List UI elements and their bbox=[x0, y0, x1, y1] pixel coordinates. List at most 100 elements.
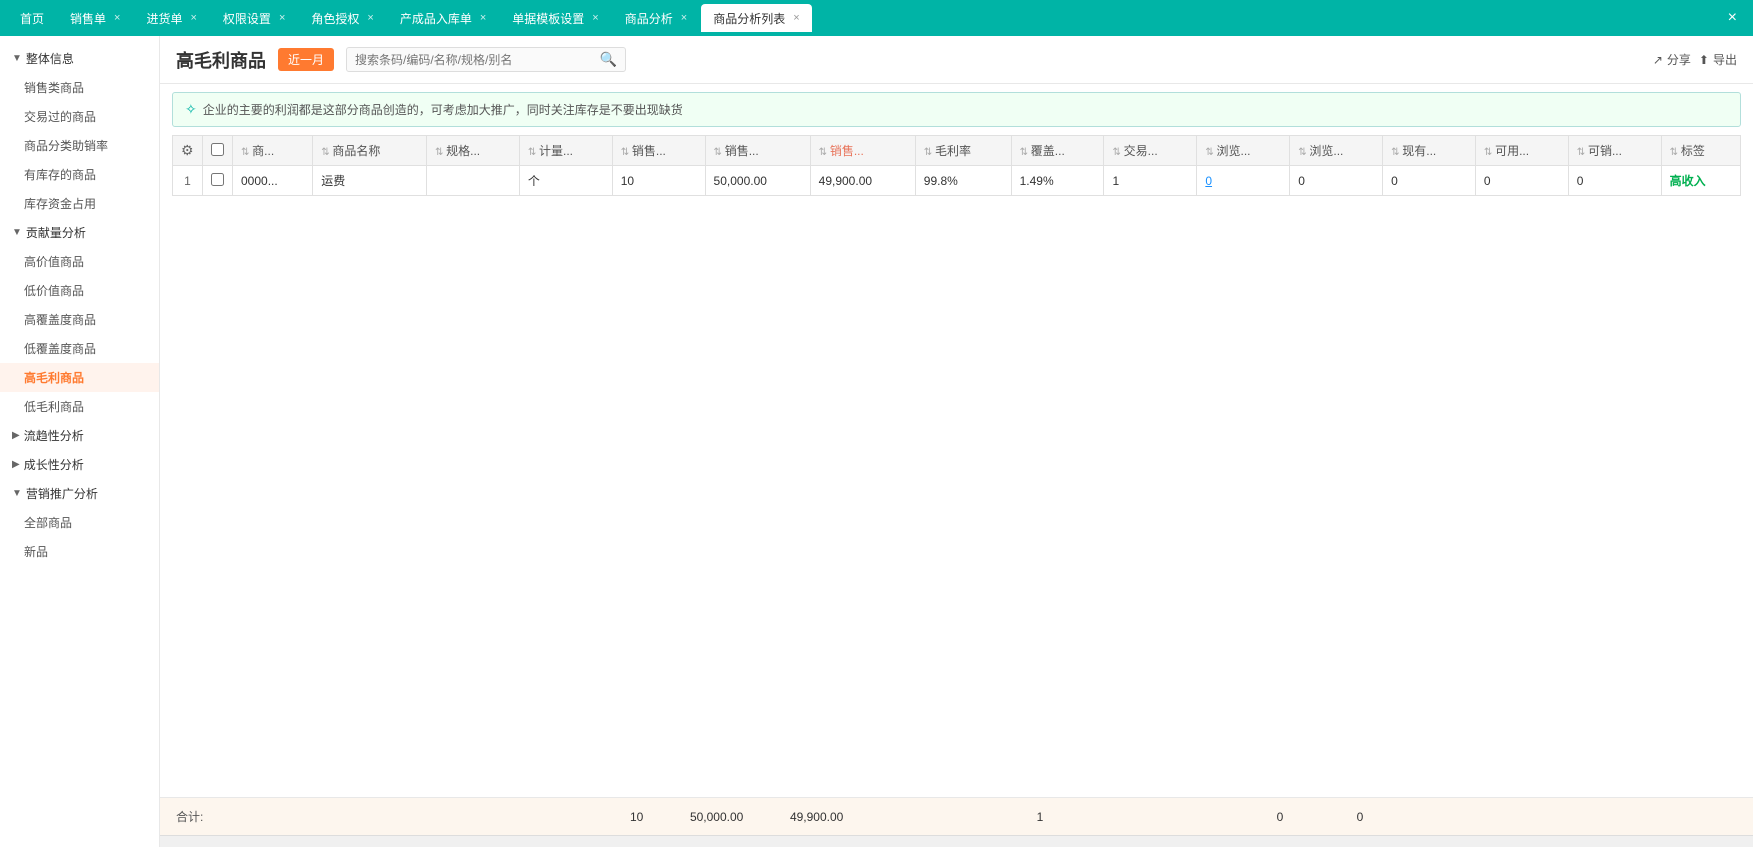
footer-empty5 bbox=[451, 810, 511, 824]
footer-transaction: 1 bbox=[971, 810, 1051, 824]
col-code[interactable]: 商... bbox=[233, 136, 313, 166]
sidebar-item-low-margin[interactable]: 低毛利商品 bbox=[0, 392, 159, 421]
chevron-down-icon: ▼ bbox=[12, 488, 22, 499]
sidebar-group-flow[interactable]: ▶ 流趋性分析 bbox=[0, 421, 159, 450]
col-spec[interactable]: 规格... bbox=[426, 136, 519, 166]
main-layout: ▼ 整体信息 销售类商品 交易过的商品 商品分类助销率 有库存的商品 库存资金占… bbox=[0, 36, 1753, 847]
info-banner: ✧ 企业的主要的利润都是这部分商品创造的，可考虑加大推广，同时关注库存是不要出现… bbox=[172, 92, 1741, 127]
cell-available: 0 bbox=[1475, 166, 1568, 196]
sidebar-item-new-goods[interactable]: 新品 bbox=[0, 537, 159, 566]
content-area: 高毛利商品 近一月 🔍 ↗ 分享 ⬆ 导出 ✧ 企业的主要的利润都是这部分商品创… bbox=[160, 36, 1753, 847]
search-input[interactable] bbox=[355, 53, 600, 67]
close-tab-product-storage[interactable]: × bbox=[480, 12, 486, 24]
tab-product-storage[interactable]: 产成品入库单 × bbox=[388, 4, 498, 32]
col-transaction[interactable]: 交易... bbox=[1104, 136, 1197, 166]
cell-browse2: 0 bbox=[1290, 166, 1383, 196]
search-icon[interactable]: 🔍 bbox=[600, 51, 617, 68]
footer-available: 0 bbox=[1291, 810, 1371, 824]
col-current[interactable]: 现有... bbox=[1383, 136, 1476, 166]
tab-template[interactable]: 单据模板设置 × bbox=[500, 4, 610, 32]
select-all-checkbox[interactable] bbox=[211, 143, 224, 156]
tab-product-analysis-list[interactable]: 商品分析列表 × bbox=[701, 4, 811, 32]
cell-gross-rate: 99.8% bbox=[915, 166, 1011, 196]
col-settings[interactable]: ⚙ bbox=[173, 136, 203, 166]
col-sales-cost[interactable]: 销售... bbox=[810, 136, 915, 166]
cell-saleable: 0 bbox=[1568, 166, 1661, 196]
col-checkbox[interactable] bbox=[203, 136, 233, 166]
chevron-right-icon: ▶ bbox=[12, 459, 20, 470]
footer-empty7 bbox=[851, 810, 911, 824]
col-coverage[interactable]: 覆盖... bbox=[1011, 136, 1104, 166]
export-button[interactable]: ⬆ 导出 bbox=[1699, 51, 1737, 68]
tab-permission[interactable]: 权限设置 × bbox=[211, 4, 297, 32]
sidebar-group-overall[interactable]: ▼ 整体信息 bbox=[0, 44, 159, 73]
sidebar-group-marketing[interactable]: ▼ 营销推广分析 bbox=[0, 479, 159, 508]
close-tab-product-analysis[interactable]: × bbox=[681, 12, 687, 24]
info-icon: ✧ bbox=[185, 101, 197, 118]
sidebar-item-low-coverage[interactable]: 低覆盖度商品 bbox=[0, 334, 159, 363]
tab-product-analysis[interactable]: 商品分析 × bbox=[613, 4, 699, 32]
close-tab-role[interactable]: × bbox=[367, 12, 373, 24]
close-all-button[interactable]: × bbox=[1720, 9, 1745, 27]
top-navigation: 首页 销售单 × 进货单 × 权限设置 × 角色授权 × 产成品入库单 × 单据… bbox=[0, 0, 1753, 36]
chevron-down-icon: ▼ bbox=[12, 53, 22, 64]
close-tab-sales[interactable]: × bbox=[114, 12, 120, 24]
row-checkbox-cell[interactable] bbox=[203, 166, 233, 196]
footer-summary-bar: 合计: 10 50,000.00 49,900.00 1 0 0 bbox=[160, 797, 1753, 835]
col-sales-qty[interactable]: 销售... bbox=[612, 136, 705, 166]
header-actions: ↗ 分享 ⬆ 导出 bbox=[1653, 51, 1737, 68]
bottom-scrollbar[interactable] bbox=[160, 835, 1753, 847]
search-bar: 🔍 bbox=[346, 47, 626, 72]
col-sales-amount[interactable]: 销售... bbox=[705, 136, 810, 166]
sidebar-group-growth[interactable]: ▶ 成长性分析 bbox=[0, 450, 159, 479]
footer-current: 0 bbox=[1211, 810, 1291, 824]
sidebar-item-high-value[interactable]: 高价值商品 bbox=[0, 247, 159, 276]
sidebar-item-category-rate[interactable]: 商品分类助销率 bbox=[0, 131, 159, 160]
sidebar-item-low-value[interactable]: 低价值商品 bbox=[0, 276, 159, 305]
data-table-wrapper: ⚙ 商... 商品名称 规格... bbox=[160, 135, 1753, 797]
col-browse1[interactable]: 浏览... bbox=[1197, 136, 1290, 166]
content-header: 高毛利商品 近一月 🔍 ↗ 分享 ⬆ 导出 bbox=[160, 36, 1753, 84]
close-tab-template[interactable]: × bbox=[592, 12, 598, 24]
data-table: ⚙ 商... 商品名称 规格... bbox=[172, 135, 1741, 196]
sidebar-item-sales-goods[interactable]: 销售类商品 bbox=[0, 73, 159, 102]
sidebar-item-in-stock[interactable]: 有库存的商品 bbox=[0, 160, 159, 189]
sidebar-group-contribution[interactable]: ▼ 贡献量分析 bbox=[0, 218, 159, 247]
col-saleable[interactable]: 可销... bbox=[1568, 136, 1661, 166]
tab-purchase[interactable]: 进货单 × bbox=[134, 4, 208, 32]
sidebar-item-stock-capital[interactable]: 库存资金占用 bbox=[0, 189, 159, 218]
footer-empty3 bbox=[271, 810, 351, 824]
tab-role[interactable]: 角色授权 × bbox=[299, 4, 385, 32]
close-tab-product-analysis-list[interactable]: × bbox=[793, 12, 799, 24]
cell-current: 0 bbox=[1383, 166, 1476, 196]
footer-empty2 bbox=[241, 810, 271, 824]
footer-sales-cost: 49,900.00 bbox=[751, 810, 851, 824]
close-tab-permission[interactable]: × bbox=[279, 12, 285, 24]
col-browse2[interactable]: 浏览... bbox=[1290, 136, 1383, 166]
col-gross-rate[interactable]: 毛利率 bbox=[915, 136, 1011, 166]
col-available[interactable]: 可用... bbox=[1475, 136, 1568, 166]
sidebar-item-high-margin[interactable]: 高毛利商品 bbox=[0, 363, 159, 392]
tag-label: 高收入 bbox=[1670, 174, 1706, 188]
sidebar-item-all-goods[interactable]: 全部商品 bbox=[0, 508, 159, 537]
cell-spec bbox=[426, 166, 519, 196]
browse1-link[interactable]: 0 bbox=[1205, 174, 1212, 188]
close-tab-purchase[interactable]: × bbox=[190, 12, 196, 24]
cell-sales-cost: 49,900.00 bbox=[810, 166, 915, 196]
scroll-inner bbox=[160, 836, 1753, 837]
share-button[interactable]: ↗ 分享 bbox=[1653, 51, 1691, 68]
chevron-down-icon: ▼ bbox=[12, 227, 22, 238]
row-checkbox[interactable] bbox=[211, 173, 224, 186]
settings-icon[interactable]: ⚙ bbox=[181, 142, 194, 158]
sidebar-item-traded-goods[interactable]: 交易过的商品 bbox=[0, 102, 159, 131]
date-filter-button[interactable]: 近一月 bbox=[278, 48, 334, 71]
col-tag[interactable]: 标签 bbox=[1661, 136, 1740, 166]
cell-browse1[interactable]: 0 bbox=[1197, 166, 1290, 196]
tab-sales[interactable]: 销售单 × bbox=[58, 4, 132, 32]
chevron-right-icon: ▶ bbox=[12, 430, 20, 441]
sidebar-item-high-coverage[interactable]: 高覆盖度商品 bbox=[0, 305, 159, 334]
export-icon: ⬆ bbox=[1699, 53, 1709, 67]
tab-home[interactable]: 首页 bbox=[8, 4, 56, 32]
col-name[interactable]: 商品名称 bbox=[313, 136, 427, 166]
col-unit[interactable]: 计量... bbox=[519, 136, 612, 166]
